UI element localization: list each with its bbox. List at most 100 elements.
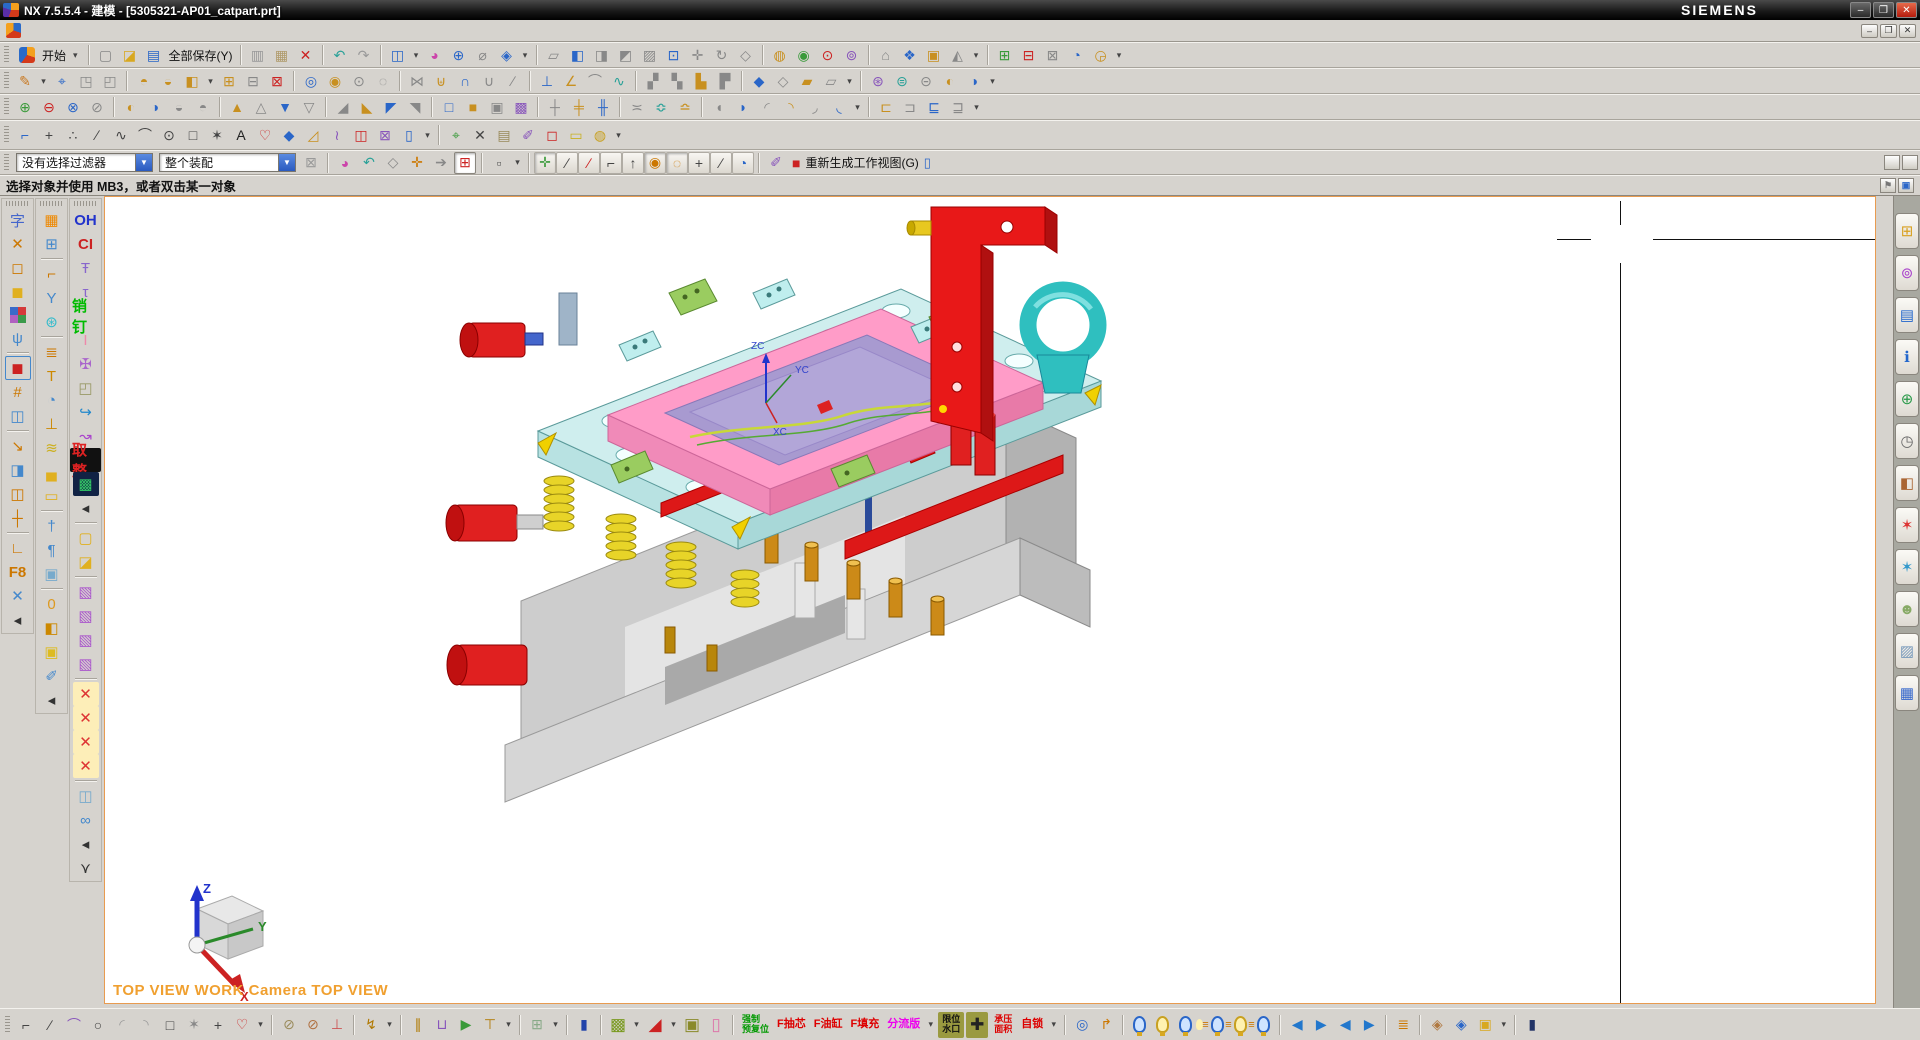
- menu-item[interactable]: [251, 29, 265, 33]
- toolbar-icon[interactable]: ⊘: [278, 1012, 300, 1038]
- toolbar-icon[interactable]: ◧: [39, 616, 65, 640]
- toolbar-icon[interactable]: ≏: [674, 96, 696, 118]
- toolbar-icon[interactable]: ◇: [772, 70, 794, 92]
- toolbar-icon[interactable]: ⊎: [430, 70, 452, 92]
- save-all-button[interactable]: 全部保存(Y): [166, 47, 236, 64]
- toolbar-icon[interactable]: ⌂: [875, 44, 897, 66]
- menu-item[interactable]: [125, 29, 139, 33]
- toolbar-icon[interactable]: ▭: [39, 484, 65, 508]
- toolbar-icon[interactable]: ⊘: [86, 96, 108, 118]
- toolbar-icon[interactable]: ◫: [5, 404, 31, 428]
- toolbar-icon[interactable]: ▾: [384, 1012, 395, 1038]
- toolbar-icon[interactable]: ┼: [5, 506, 31, 530]
- toolbar-icon[interactable]: ▾: [205, 70, 216, 92]
- toolbar-icon[interactable]: ◨: [591, 44, 613, 66]
- resource-tab[interactable]: ▨: [1895, 633, 1919, 669]
- toolbar-icon[interactable]: ⋈: [406, 70, 428, 92]
- toolbar-icon[interactable]: ∿: [608, 70, 630, 92]
- toolbar-icon[interactable]: 销钉: [70, 298, 101, 336]
- toolbar-icon[interactable]: ⊚: [841, 44, 863, 66]
- menu-item[interactable]: [195, 29, 209, 33]
- toolbar-icon[interactable]: ⊛: [867, 70, 889, 92]
- toolbar-icon[interactable]: ⊘: [302, 1012, 324, 1038]
- toolbar-icon[interactable]: ✕: [72, 706, 99, 730]
- toolbar-icon[interactable]: 0: [39, 592, 65, 616]
- menu-item[interactable]: [69, 29, 83, 33]
- resource-tab[interactable]: ▦: [1895, 675, 1919, 711]
- toolbar-icon[interactable]: ◑: [144, 96, 166, 118]
- menu-item[interactable]: [265, 29, 279, 33]
- toolbar-icon[interactable]: ↱: [1095, 1012, 1117, 1038]
- toolbar-icon[interactable]: ◧: [181, 70, 203, 92]
- toolbar-icon[interactable]: ∕: [86, 124, 108, 146]
- toolbar-icon[interactable]: F8: [5, 560, 31, 584]
- toolbar-icon[interactable]: ◫: [5, 482, 31, 506]
- toolbar-icon[interactable]: ▾: [971, 96, 982, 118]
- toolbar-icon[interactable]: ◌: [666, 151, 688, 174]
- toolbar-icon[interactable]: ⌐: [600, 151, 622, 174]
- menu-item[interactable]: [167, 29, 181, 33]
- toolbar-icon[interactable]: ⌐: [15, 1012, 37, 1038]
- toolbar-icon[interactable]: ∩: [454, 70, 476, 92]
- toolbar-icon[interactable]: ▰: [796, 70, 818, 92]
- menu-item[interactable]: [97, 29, 111, 33]
- menu-item[interactable]: [111, 29, 125, 33]
- menu-item[interactable]: [139, 29, 153, 33]
- open-file-button[interactable]: ◪: [119, 44, 141, 66]
- toolbar-icon[interactable]: ✕: [5, 232, 31, 256]
- toolbar-icon[interactable]: ⊥: [39, 412, 65, 436]
- toolbar-icon[interactable]: ▶: [1358, 1012, 1380, 1038]
- toolbar-icon[interactable]: ▾: [520, 44, 531, 66]
- toolbar-icon[interactable]: ◔: [732, 151, 754, 174]
- start-button[interactable]: 开始 ▾: [13, 45, 84, 66]
- toolbar-icon[interactable]: ▩: [510, 96, 532, 118]
- toolbar-icon[interactable]: ∠: [560, 70, 582, 92]
- toolbar-icon[interactable]: ⊛: [39, 310, 65, 334]
- toolbar-icon[interactable]: ⌒: [584, 70, 606, 92]
- toolbar-icon[interactable]: T: [39, 364, 65, 388]
- toolbar-icon[interactable]: ◒: [168, 96, 190, 118]
- toolbar-icon[interactable]: ▙: [690, 70, 712, 92]
- toolbar-icon[interactable]: ■: [462, 96, 484, 118]
- toolbar-icon[interactable]: ◉: [324, 70, 346, 92]
- toolbar-icon[interactable]: Y: [39, 286, 65, 310]
- toolbar-icon[interactable]: ⊞: [526, 1012, 548, 1038]
- toolbar-icon[interactable]: +: [38, 124, 60, 146]
- toolbar-icon[interactable]: ◗: [732, 96, 754, 118]
- toolbar-icon[interactable]: ◈: [1450, 1012, 1472, 1038]
- toolbar-icon[interactable]: ✛: [406, 152, 428, 174]
- toolbar-icon[interactable]: ◝: [135, 1012, 157, 1038]
- toolbar-icon[interactable]: ⊐: [899, 96, 921, 118]
- toolbar-icon[interactable]: ➔: [430, 152, 452, 174]
- toolbar-icon[interactable]: [1156, 1016, 1170, 1036]
- toolbar-icon[interactable]: ▾: [255, 1012, 266, 1038]
- toolbar-icon[interactable]: ✛: [687, 44, 709, 66]
- toolbar-icon[interactable]: □: [438, 96, 460, 118]
- toolbar-icon[interactable]: 字: [5, 208, 31, 232]
- toolbar-icon[interactable]: ✐: [39, 664, 65, 688]
- toolbar-icon[interactable]: ◂: [39, 688, 65, 712]
- toolbar-icon[interactable]: F填充: [847, 1012, 882, 1038]
- toolbar-icon[interactable]: ∥: [407, 1012, 429, 1038]
- toolbar-icon[interactable]: ▦: [271, 44, 293, 66]
- toolbar-icon[interactable]: ▧: [73, 580, 99, 604]
- menu-item[interactable]: [83, 29, 97, 33]
- toolbar-grip[interactable]: [4, 46, 9, 64]
- toolbar-icon[interactable]: +: [207, 1012, 229, 1038]
- resource-tab[interactable]: ⊞: [1895, 213, 1919, 249]
- toolbar-icon[interactable]: ◼: [5, 280, 31, 304]
- toolbar-icon[interactable]: ◑: [963, 70, 985, 92]
- toolbar-icon[interactable]: ◥: [404, 96, 426, 118]
- menu-item[interactable]: [27, 29, 41, 33]
- toolbar-icon[interactable]: ◜: [756, 96, 778, 118]
- toolbar-icon[interactable]: ▯: [398, 124, 420, 146]
- toolbar-icon[interactable]: ◝: [780, 96, 802, 118]
- toolbar-icon[interactable]: ✛: [534, 151, 556, 174]
- toolbar-icon[interactable]: ◐: [939, 70, 961, 92]
- toolbar-icon[interactable]: ↘: [5, 434, 31, 458]
- toolbar-icon[interactable]: ◖: [708, 96, 730, 118]
- toolbar-icon[interactable]: ▣: [39, 640, 65, 664]
- regenerate-work-view-button[interactable]: ■ 重新生成工作视图(G) ▯: [788, 154, 935, 171]
- toolbar-icon[interactable]: ≀: [326, 124, 348, 146]
- toolbar-icon[interactable]: ◇: [735, 44, 757, 66]
